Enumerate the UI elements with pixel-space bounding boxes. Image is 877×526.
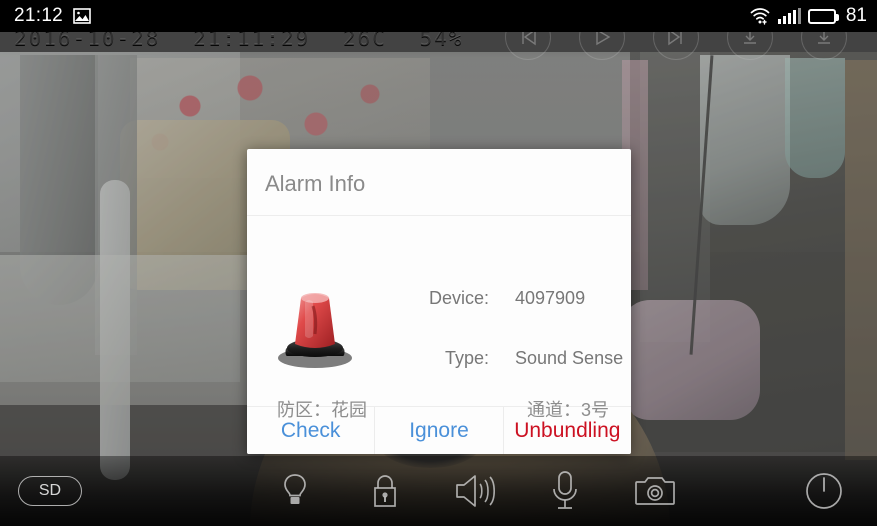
- android-status-bar: 21:12 81: [0, 0, 877, 32]
- battery-level-text: 81: [845, 5, 867, 26]
- bottom-toolbar-icons: [272, 468, 678, 514]
- stream-quality-button[interactable]: SD: [18, 476, 82, 506]
- signal-bars-icon: [777, 8, 801, 24]
- status-system-icons: 81: [749, 5, 867, 27]
- camera-icon: [635, 477, 675, 505]
- device-row: Device: 4097909: [385, 288, 625, 309]
- power-icon: [806, 473, 842, 509]
- power-button[interactable]: [801, 468, 847, 514]
- status-clock: 21:12: [14, 5, 64, 26]
- device-label: Device:: [428, 288, 489, 308]
- red-siren-beacon-icon: [278, 293, 352, 368]
- lock-button[interactable]: [362, 468, 408, 514]
- dialog-title: Alarm Info: [247, 149, 631, 216]
- status-notification-icons: [73, 8, 91, 24]
- app-screen: 2016-10-28 21:11:29 26C 54% 21:12 81 Ala…: [0, 0, 877, 526]
- video-scene-hanging-cloth-light: [700, 55, 790, 225]
- type-row: Type: Sound Sense: [385, 348, 625, 369]
- zone-text: 防区：花园: [277, 400, 367, 420]
- video-scene-shelf: [845, 60, 877, 460]
- snapshot-button[interactable]: [632, 468, 678, 514]
- microphone-icon: [553, 471, 577, 509]
- battery-icon: [807, 8, 839, 24]
- mic-button[interactable]: [542, 468, 588, 514]
- speaker-icon: [456, 475, 495, 507]
- device-value: 4097909: [515, 288, 586, 308]
- zone-channel-row: 防区：花园 通道：3号: [247, 396, 631, 422]
- video-scene-hanging-cloth-teal: [785, 58, 845, 178]
- player-bottom-toolbar: SD: [0, 456, 877, 526]
- video-scene-pink-fabric-right: [620, 300, 760, 420]
- type-label: Type:: [444, 348, 489, 368]
- type-value: Sound Sense: [515, 348, 624, 368]
- channel-text: 通道：3号: [526, 400, 609, 420]
- lightbulb-icon: [284, 474, 306, 504]
- image-icon: [73, 8, 91, 24]
- dialog-body: Device: 4097909 Type: Sound Sense 防区：花园 …: [247, 216, 631, 420]
- alarm-info-dialog: Alarm Info Device: 4097909 Type: Sound S…: [247, 149, 631, 454]
- wifi-icon: [750, 8, 770, 25]
- light-button[interactable]: [272, 468, 318, 514]
- speaker-button[interactable]: [452, 468, 498, 514]
- lock-icon: [374, 475, 396, 507]
